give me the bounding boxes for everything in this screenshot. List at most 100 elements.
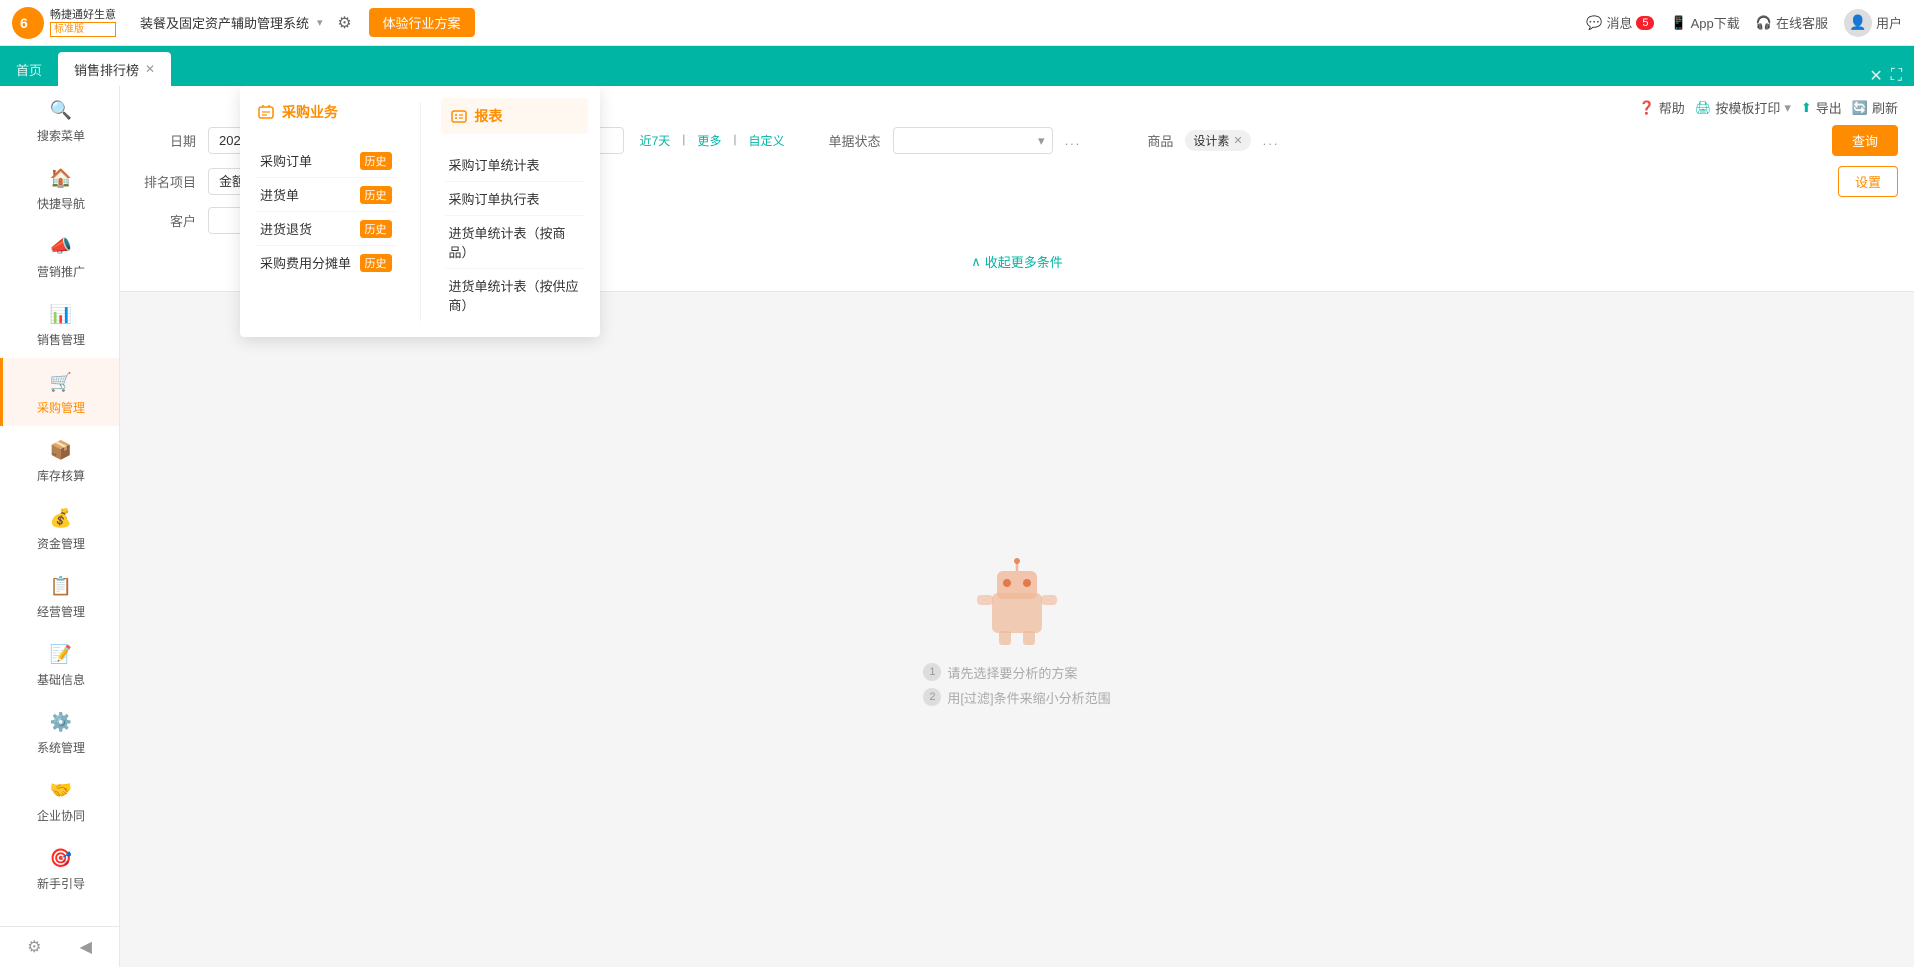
logo-text: 畅捷通好生意 标准版 <box>50 8 116 37</box>
refresh-btn[interactable]: 🔄 刷新 <box>1852 98 1898 117</box>
sidebar-item-operations[interactable]: 📋 经营管理 <box>0 562 119 630</box>
app-download-btn[interactable]: 📱 App下载 <box>1670 13 1739 32</box>
refresh-icon: 🔄 <box>1852 100 1868 116</box>
settings-icon-btn[interactable]: ⚙ <box>331 9 359 37</box>
sidebar-footer: ⚙ ◀ <box>0 926 119 967</box>
print-icon: 🖨 <box>1695 100 1712 116</box>
svg-text:6: 6 <box>20 15 28 31</box>
tip-num-2: 2 <box>923 688 941 706</box>
megaphone-icon: 📣 <box>49 234 73 258</box>
headset-icon: 🎧 <box>1756 15 1772 31</box>
report-section-title: 报表 <box>441 98 589 134</box>
query-btn[interactable]: 查询 <box>1832 125 1898 156</box>
empty-illustration <box>967 553 1067 653</box>
industry-btn[interactable]: 体验行业方案 <box>369 8 475 37</box>
tab-minimize-icon[interactable]: ✕ <box>1869 66 1882 86</box>
settings-btn[interactable]: 设置 <box>1838 166 1898 197</box>
sidebar-item-inventory[interactable]: 📦 库存核算 <box>0 426 119 494</box>
tab-expand-icon[interactable]: ⛶ <box>1891 67 1902 85</box>
sidebar-item-basic[interactable]: 📝 基础信息 <box>0 630 119 698</box>
bill-status-label: 单据状态 <box>821 131 881 150</box>
menu-item-report-3[interactable]: 进货单统计表（按供应商） <box>445 269 585 321</box>
message-icon: 💬 <box>1586 15 1602 31</box>
sidebar-item-nav[interactable]: 🏠 快捷导航 <box>0 154 119 222</box>
purchase-section-title: 采购业务 <box>256 102 396 130</box>
history-badge-3: 历史 <box>360 254 392 272</box>
menu-item-expense[interactable]: 采购费用分摊单 历史 <box>256 246 396 279</box>
message-btn[interactable]: 💬 消息 5 <box>1586 13 1654 32</box>
main-layout: 🔍 搜索菜单 🏠 快捷导航 📣 营销推广 📊 销售管理 🛒 采购管理 📦 库存核… <box>0 86 1914 967</box>
chevron-down-icon: ▾ <box>317 16 323 29</box>
cart-icon: 🛒 <box>49 370 73 394</box>
shortcut-7days[interactable]: 近7天 <box>636 130 675 151</box>
help-icon: ❓ <box>1639 100 1655 116</box>
logo-area: 6 畅捷通好生意 标准版 <box>12 7 132 39</box>
report-section: 报表 采购订单统计表 采购订单执行表 进货单统计表（按商品） 进货单统计表（按供… <box>445 102 585 321</box>
sidebar-item-search[interactable]: 🔍 搜索菜单 <box>0 86 119 154</box>
sidebar-item-sales[interactable]: 📊 销售管理 <box>0 290 119 358</box>
bill-status-select[interactable] <box>893 127 1053 154</box>
app-logo: 6 <box>12 7 44 39</box>
online-service-btn[interactable]: 🎧 在线客服 <box>1756 13 1828 32</box>
sidebar-settings-btn[interactable]: ⚙ <box>27 937 41 957</box>
menu-item-return[interactable]: 进货退货 历史 <box>256 212 396 246</box>
sidebar-item-system[interactable]: ⚙️ 系统管理 <box>0 698 119 766</box>
box-icon: 📦 <box>49 438 73 462</box>
search-icon: 🔍 <box>49 98 73 122</box>
purchase-section-icon <box>256 102 276 122</box>
gear-icon: ⚙️ <box>49 710 73 734</box>
top-bar: 6 畅捷通好生意 标准版 装餐及固定资产辅助管理系统 ▾ ⚙ 体验行业方案 💬 … <box>0 0 1914 46</box>
goods-label: 商品 <box>1113 131 1173 150</box>
export-btn[interactable]: ⬆ 导出 <box>1801 98 1842 117</box>
sidebar-item-finance[interactable]: 💰 资金管理 <box>0 494 119 562</box>
sidebar-item-guide[interactable]: 🎯 新手引导 <box>0 834 119 902</box>
avatar: 👤 <box>1844 9 1872 37</box>
clipboard-icon: 📋 <box>49 574 73 598</box>
menu-item-inbound[interactable]: 进货单 历史 <box>256 178 396 212</box>
header-right: 💬 消息 5 📱 App下载 🎧 在线客服 👤 用户 <box>1586 9 1902 37</box>
purchase-section: 采购业务 采购订单 历史 进货单 历史 进货退货 历史 <box>256 102 396 321</box>
target-icon: 🎯 <box>49 846 73 870</box>
sidebar-item-marketing[interactable]: 📣 营销推广 <box>0 222 119 290</box>
print-chevron-icon: ▾ <box>1784 100 1791 116</box>
tab-sales-rank[interactable]: 销售排行榜 ✕ <box>58 52 171 86</box>
menu-divider <box>420 102 421 321</box>
history-badge-2: 历史 <box>360 220 392 238</box>
help-btn[interactable]: ❓ 帮助 <box>1639 98 1685 117</box>
shortcut-more[interactable]: 更多 <box>693 130 725 151</box>
goods-more[interactable]: ... <box>1263 133 1280 148</box>
user-btn[interactable]: 👤 用户 <box>1844 9 1902 37</box>
tip-item-1: 1 请先选择要分析的方案 <box>923 663 1110 682</box>
customer-label: 客户 <box>136 211 196 230</box>
goods-tag-close[interactable]: ✕ <box>1233 134 1242 147</box>
bill-status-more[interactable]: ... <box>1065 133 1082 148</box>
message-badge: 5 <box>1636 16 1654 30</box>
menu-item-report-2[interactable]: 进货单统计表（按商品） <box>445 216 585 269</box>
toolbar-right: ❓ 帮助 🖨 按模板打印 ▾ ⬆ 导出 🔄 刷新 <box>1639 98 1898 117</box>
sidebar: 🔍 搜索菜单 🏠 快捷导航 📣 营销推广 📊 销售管理 🛒 采购管理 📦 库存核… <box>0 86 120 967</box>
sidebar-item-company[interactable]: 🤝 企业协同 <box>0 766 119 834</box>
rank-item-label: 排名项目 <box>136 172 196 191</box>
tab-close-icon[interactable]: ✕ <box>145 62 155 76</box>
history-badge-1: 历史 <box>360 186 392 204</box>
menu-item-report-1[interactable]: 采购订单执行表 <box>445 182 585 216</box>
print-btn[interactable]: 🖨 按模板打印 ▾ <box>1695 98 1791 117</box>
menu-item-purchase-order[interactable]: 采购订单 历史 <box>256 144 396 178</box>
empty-tips: 1 请先选择要分析的方案 2 用[过滤]条件来缩小分析范围 <box>923 663 1110 707</box>
tab-home[interactable]: 首页 <box>0 52 58 86</box>
sidebar-item-purchase[interactable]: 🛒 采购管理 <box>0 358 119 426</box>
tab-bar-right: ✕ ⛶ <box>1869 66 1914 86</box>
content-area: ❓ 帮助 🖨 按模板打印 ▾ ⬆ 导出 🔄 刷新 <box>120 86 1914 967</box>
date-shortcuts: 近7天 | 更多 | 自定义 <box>636 130 789 151</box>
goods-tag: 设计素 ✕ <box>1185 130 1250 151</box>
system-title-dropdown[interactable]: 装餐及固定资产辅助管理系统 ▾ <box>132 13 323 32</box>
menu-item-report-0[interactable]: 采购订单统计表 <box>445 148 585 182</box>
report-section-icon <box>449 106 469 126</box>
date-label: 日期 <box>136 131 196 150</box>
shortcut-custom[interactable]: 自定义 <box>745 130 789 151</box>
sidebar-collapse-btn[interactable]: ◀ <box>80 937 92 957</box>
money-icon: 💰 <box>49 506 73 530</box>
shortcut-sep2: | <box>729 130 740 151</box>
dropdown-menu[interactable]: 采购业务 采购订单 历史 进货单 历史 进货退货 历史 <box>240 86 600 337</box>
history-badge-0: 历史 <box>360 152 392 170</box>
